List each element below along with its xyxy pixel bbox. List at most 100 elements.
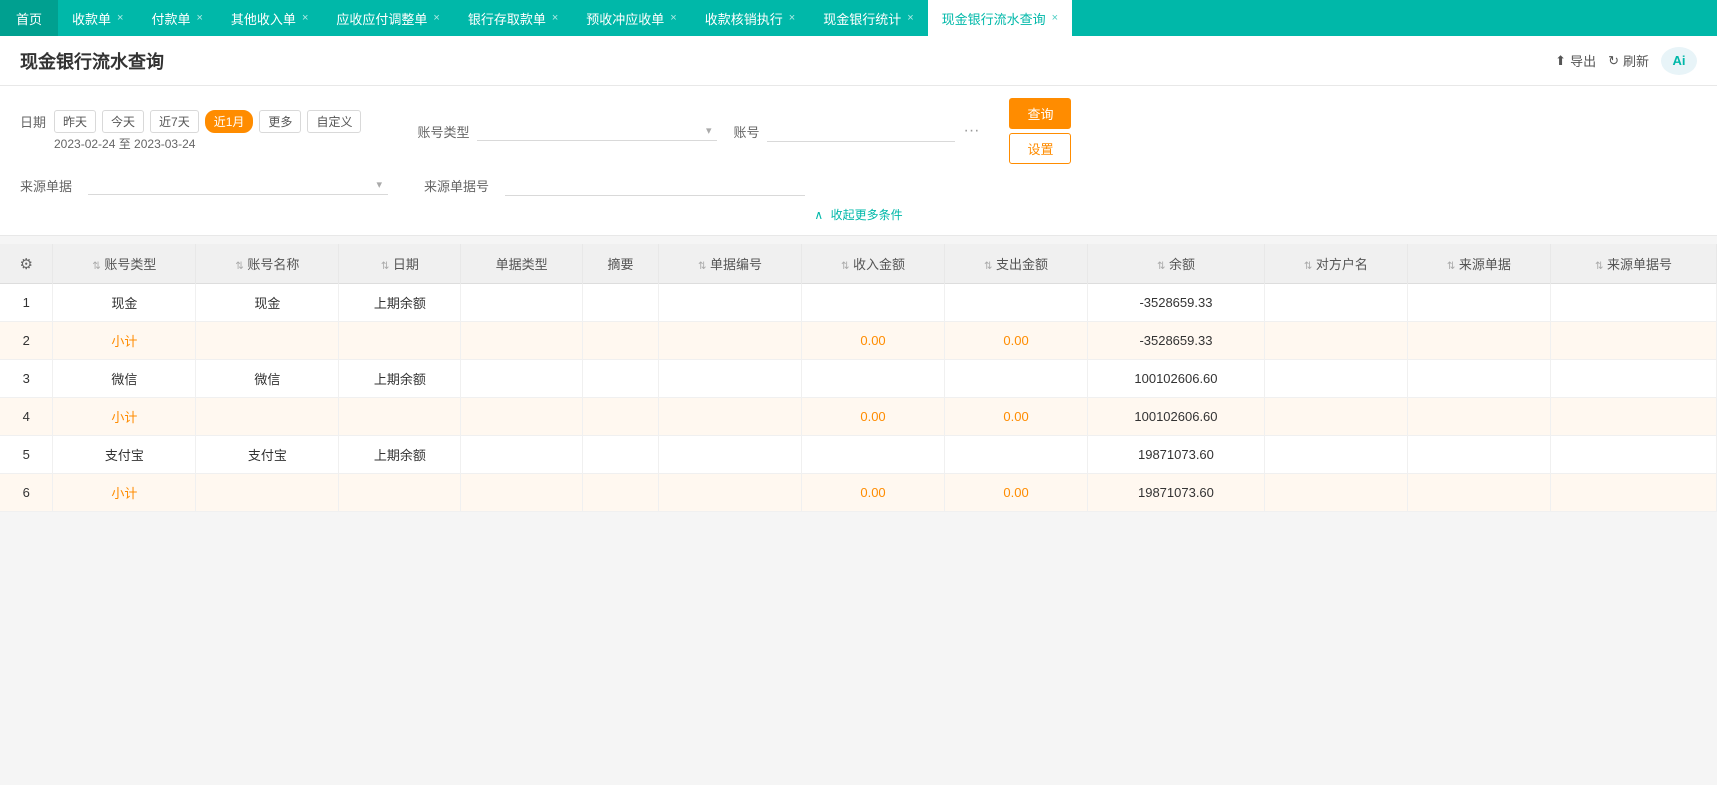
filter-section: 日期 昨天 今天 近7天 近1月 更多 自定义 2023-02-24 至 202… [20,98,1697,200]
table-cell [461,398,583,436]
date-range-display: 2023-02-24 至 2023-03-24 [54,137,195,151]
close-icon[interactable]: × [196,12,202,24]
refresh-button[interactable]: ↻ 刷新 [1608,51,1649,70]
col-counterparty[interactable]: ⇅ 对方户名 [1264,244,1407,284]
col-summary[interactable]: 摘要 [583,244,659,284]
nav-tab-prepay[interactable]: 预收冲应收单 × [572,0,690,36]
date-btn-today[interactable]: 今天 [102,110,144,133]
gear-icon[interactable]: ⚙ [19,256,32,273]
date-btn-custom[interactable]: 自定义 [307,110,361,133]
col-account-name[interactable]: ⇅ 账号名称 [196,244,339,284]
table-cell [1407,398,1550,436]
action-buttons: 查询 设置 [1009,98,1071,164]
table-cell [461,284,583,322]
table-cell: 0.00 [945,398,1088,436]
close-icon[interactable]: × [670,12,676,24]
table-cell [583,474,659,512]
close-icon[interactable]: × [552,12,558,24]
table-cell: -3528659.33 [1088,284,1265,322]
date-btn-yesterday[interactable]: 昨天 [54,110,96,133]
source-doc-select[interactable]: ▾ [88,175,388,195]
table-cell: 支付宝 [53,436,196,474]
table-cell: 1 [0,284,53,322]
close-icon[interactable]: × [433,12,439,24]
nav-tab-other-income[interactable]: 其他收入单 × [217,0,322,36]
collapse-bar[interactable]: ∧ 收起更多条件 [20,200,1697,227]
data-table: ⚙ ⇅ 账号类型 ⇅ 账号名称 ⇅ 日期 单据类型 摘要 ⇅ 单据编号 ⇅ 收入… [0,244,1717,512]
table-cell [583,436,659,474]
table-cell [1264,284,1407,322]
source-doc-no-input[interactable] [505,174,805,196]
table-cell [1264,398,1407,436]
col-doc-type[interactable]: 单据类型 [461,244,583,284]
col-account-type[interactable]: ⇅ 账号类型 [53,244,196,284]
col-source-doc[interactable]: ⇅ 来源单据 [1407,244,1550,284]
table-cell: 微信 [53,360,196,398]
col-sort-icon: ⇅ [984,261,992,272]
close-icon[interactable]: × [907,12,913,24]
close-icon[interactable]: × [117,12,123,24]
nav-home[interactable]: 首页 [0,0,58,36]
nav-tab-adjust[interactable]: 应收应付调整单 × [322,0,453,36]
table-cell [1407,322,1550,360]
col-source-doc-no[interactable]: ⇅ 来源单据号 [1550,244,1716,284]
nav-tab-fukuan[interactable]: 付款单 × [137,0,216,36]
nav-tab-collection[interactable]: 收款核销执行 × [691,0,809,36]
table-cell [196,474,339,512]
table-cell [658,398,801,436]
table-cell: 微信 [196,360,339,398]
refresh-icon: ↻ [1608,53,1619,69]
more-dots-icon[interactable]: ··· [963,122,979,140]
col-gear[interactable]: ⚙ [0,244,53,284]
col-balance[interactable]: ⇅ 余额 [1088,244,1265,284]
table-cell [196,322,339,360]
date-btn-7days[interactable]: 近7天 [150,110,199,133]
nav-tab-shoukuan[interactable]: 收款单 × [58,0,137,36]
col-doc-no[interactable]: ⇅ 单据编号 [658,244,801,284]
col-expense[interactable]: ⇅ 支出金额 [945,244,1088,284]
date-btn-1month[interactable]: 近1月 [205,110,254,133]
col-sort-icon: ⇅ [698,261,706,272]
close-icon[interactable]: × [1052,12,1058,24]
chevron-down-icon: ▾ [706,124,712,137]
close-icon[interactable]: × [789,12,795,24]
page-title: 现金银行流水查询 [20,48,164,74]
table-cell [1550,474,1716,512]
table-cell: 现金 [53,284,196,322]
date-btn-more[interactable]: 更多 [259,110,301,133]
table-cell: 3 [0,360,53,398]
table-cell [1407,284,1550,322]
col-date[interactable]: ⇅ 日期 [339,244,461,284]
table-cell: 上期余额 [339,360,461,398]
top-nav: 首页 收款单 × 付款单 × 其他收入单 × 应收应付调整单 × 银行存取款单 … [0,0,1717,36]
table-cell [1264,322,1407,360]
table-cell [1407,436,1550,474]
table-body: 1现金现金上期余额-3528659.332小计0.000.00-3528659.… [0,284,1717,512]
table-cell: 小计 [53,322,196,360]
close-icon[interactable]: × [302,12,308,24]
table-cell [461,474,583,512]
table-cell: 支付宝 [196,436,339,474]
col-income[interactable]: ⇅ 收入金额 [802,244,945,284]
query-button[interactable]: 查询 [1009,98,1071,129]
table-cell [658,284,801,322]
settings-button[interactable]: 设置 [1009,133,1071,164]
account-type-select[interactable]: ▾ [477,121,717,141]
col-sort-icon: ⇅ [235,261,243,272]
table-header-row: ⚙ ⇅ 账号类型 ⇅ 账号名称 ⇅ 日期 单据类型 摘要 ⇅ 单据编号 ⇅ 收入… [0,244,1717,284]
filter-row-2: 来源单据 ▾ 来源单据号 [20,174,1697,196]
nav-tab-bank-deposit[interactable]: 银行存取款单 × [454,0,572,36]
account-input[interactable] [767,120,955,142]
ai-button[interactable]: Ai [1661,47,1697,75]
table-row: 2小计0.000.00-3528659.33 [0,322,1717,360]
source-doc-no-label: 来源单据号 [424,176,489,195]
nav-tab-stats[interactable]: 现金银行统计 × [809,0,927,36]
table-cell [802,284,945,322]
export-button[interactable]: ⬆ 导出 [1555,51,1596,70]
table-cell [583,360,659,398]
table-cell: 19871073.60 [1088,474,1265,512]
date-options: 昨天 今天 近7天 近1月 更多 自定义 [54,110,361,133]
table-cell [945,360,1088,398]
nav-tab-flow-query[interactable]: 现金银行流水查询 × [928,0,1072,36]
table-cell [196,398,339,436]
